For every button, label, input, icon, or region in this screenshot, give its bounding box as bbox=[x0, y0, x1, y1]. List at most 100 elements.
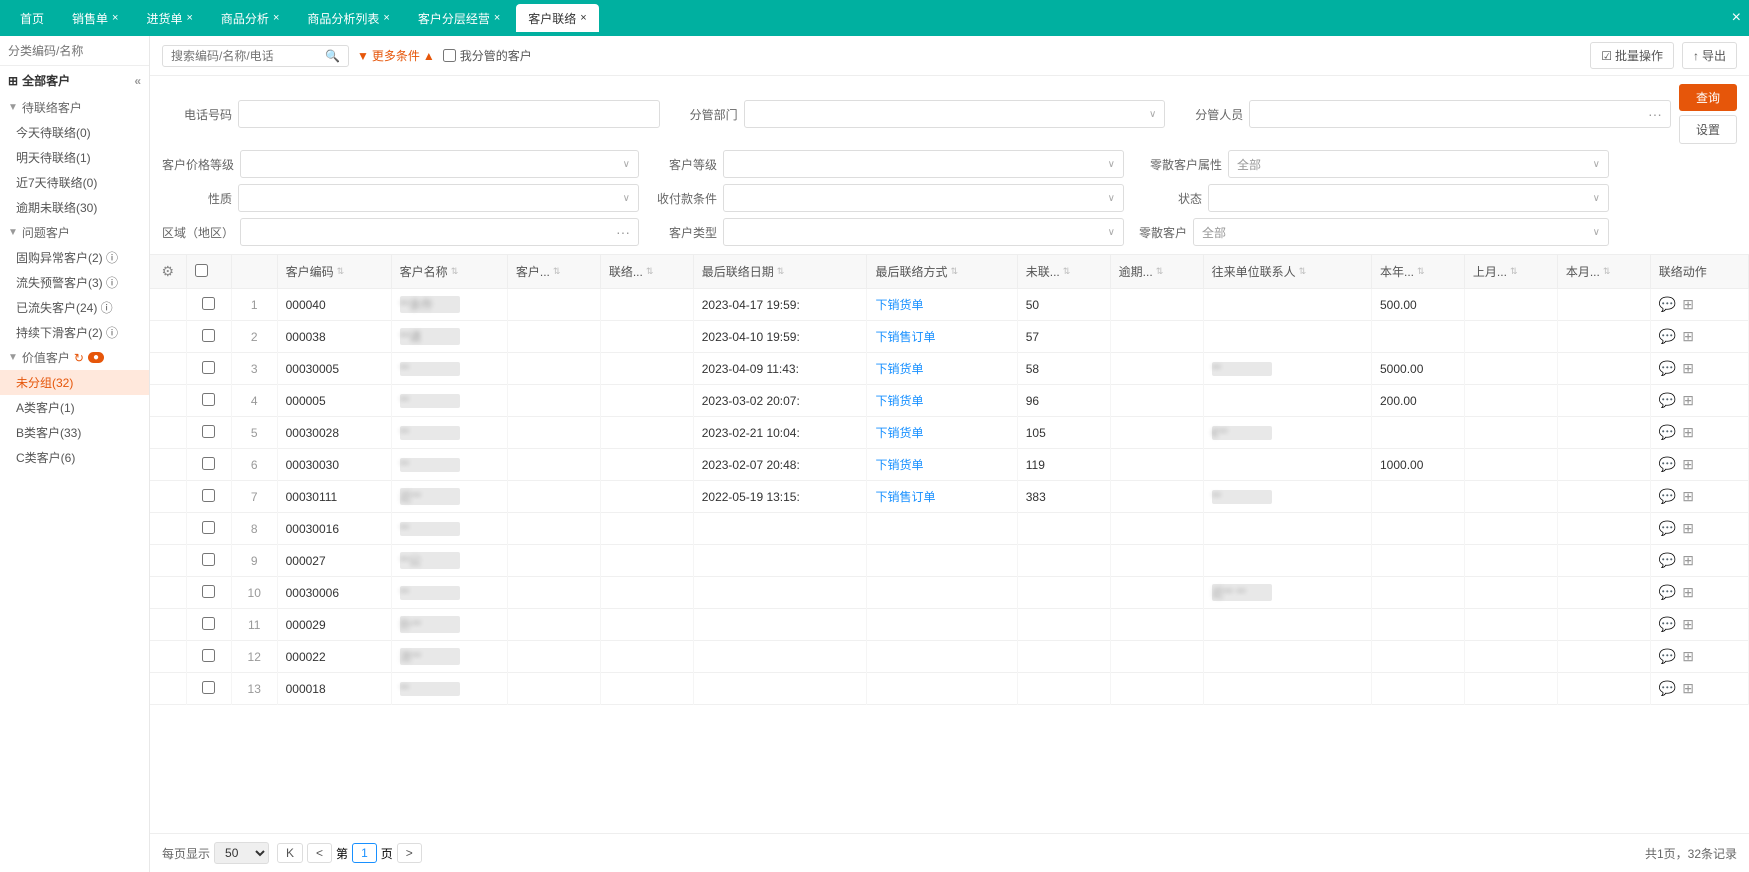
refresh-icon[interactable]: ↻ bbox=[74, 351, 84, 365]
checkbox-cell[interactable] bbox=[186, 481, 231, 513]
filter-retail-customer-dropdown[interactable]: 全部∨ bbox=[1193, 218, 1609, 246]
col-overdue[interactable]: 逾期...⇅ bbox=[1110, 255, 1203, 289]
col-this-month[interactable]: 本月...⇅ bbox=[1557, 255, 1650, 289]
checkbox-cell[interactable] bbox=[186, 609, 231, 641]
checkbox-cell[interactable] bbox=[186, 513, 231, 545]
tab-purchase[interactable]: 进货单 × bbox=[134, 4, 204, 32]
checkbox-cell[interactable] bbox=[186, 385, 231, 417]
filter-retail-attr-dropdown[interactable]: 全部∨ bbox=[1228, 150, 1609, 178]
tab-sales-close[interactable]: × bbox=[112, 12, 118, 24]
sort-icon-this-month[interactable]: ⇅ bbox=[1603, 266, 1611, 277]
row-checkbox[interactable] bbox=[202, 329, 215, 342]
reset-button[interactable]: 设置 bbox=[1679, 115, 1737, 144]
tab-purchase-close[interactable]: × bbox=[186, 12, 192, 24]
sort-icon-no-contact[interactable]: ⇅ bbox=[1063, 266, 1071, 277]
sidebar-item-ungroup[interactable]: 未分组(32) bbox=[0, 370, 149, 395]
col-intercompany[interactable]: 往来单位联系人⇅ bbox=[1203, 255, 1371, 289]
problem-group-header[interactable]: ▼ 问题客户 bbox=[0, 220, 149, 245]
sort-icon-intercompany[interactable]: ⇅ bbox=[1299, 266, 1307, 277]
col-contact[interactable]: 联络...⇅ bbox=[600, 255, 693, 289]
col-customer-code[interactable]: 客户编码⇅ bbox=[277, 255, 391, 289]
chat-icon[interactable]: 💬 bbox=[1659, 424, 1676, 441]
all-customers-header[interactable]: ⊞ 全部客户 « bbox=[0, 66, 149, 95]
page-size-select[interactable]: 50 20 100 bbox=[214, 842, 269, 864]
filter-status-dropdown[interactable]: ∨ bbox=[1208, 184, 1609, 212]
contact-method-link[interactable]: 下销货单 bbox=[875, 394, 923, 408]
checkbox-cell[interactable] bbox=[186, 673, 231, 705]
value-group-header[interactable]: ▼ 价值客户 ↻ ● bbox=[0, 345, 149, 370]
menu-icon[interactable]: ⊞ bbox=[1682, 552, 1694, 569]
sort-icon-date[interactable]: ⇅ bbox=[777, 266, 785, 277]
chat-icon[interactable]: 💬 bbox=[1659, 328, 1676, 345]
batch-operation-button[interactable]: ☑ 批量操作 bbox=[1590, 42, 1674, 69]
sidebar-item-7days[interactable]: 近7天待联络(0) bbox=[0, 170, 149, 195]
chat-icon[interactable]: 💬 bbox=[1659, 552, 1676, 569]
row-checkbox[interactable] bbox=[202, 425, 215, 438]
menu-icon[interactable]: ⊞ bbox=[1682, 296, 1694, 313]
row-checkbox[interactable] bbox=[202, 361, 215, 374]
filter-customer-level-dropdown[interactable]: ∨ bbox=[723, 150, 1124, 178]
region-ellipsis[interactable]: ··· bbox=[616, 224, 630, 240]
sidebar-collapse-icon[interactable]: « bbox=[134, 74, 141, 88]
chat-icon[interactable]: 💬 bbox=[1659, 456, 1676, 473]
sort-icon-type[interactable]: ⇅ bbox=[553, 266, 561, 277]
checkbox-cell[interactable] bbox=[186, 545, 231, 577]
sort-icon-year[interactable]: ⇅ bbox=[1417, 266, 1425, 277]
menu-icon[interactable]: ⊞ bbox=[1682, 456, 1694, 473]
filter-price-level-dropdown[interactable]: ∨ bbox=[240, 150, 639, 178]
col-checkbox[interactable] bbox=[186, 255, 231, 289]
checkbox-cell[interactable] bbox=[186, 321, 231, 353]
filter-region-dropdown[interactable]: ··· bbox=[240, 218, 639, 246]
menu-icon[interactable]: ⊞ bbox=[1682, 584, 1694, 601]
tab-product-analysis-list-close[interactable]: × bbox=[383, 12, 389, 24]
select-all-checkbox[interactable] bbox=[195, 264, 208, 277]
menu-icon[interactable]: ⊞ bbox=[1682, 360, 1694, 377]
pending-group-header[interactable]: ▼ 待联络客户 bbox=[0, 95, 149, 120]
filter-payment-dropdown[interactable]: ∨ bbox=[723, 184, 1124, 212]
contact-method-link[interactable]: 下销货单 bbox=[875, 362, 923, 376]
tab-product-analysis-close[interactable]: × bbox=[273, 12, 279, 24]
col-customer-name[interactable]: 客户名称⇅ bbox=[391, 255, 507, 289]
row-checkbox[interactable] bbox=[202, 553, 215, 566]
col-last-contact-date[interactable]: 最后联络日期⇅ bbox=[693, 255, 867, 289]
menu-icon[interactable]: ⊞ bbox=[1682, 424, 1694, 441]
search-icon[interactable]: 🔍 bbox=[325, 49, 340, 63]
more-conditions-button[interactable]: ▼ 更多条件 ▲ bbox=[357, 47, 435, 64]
filter-dept-dropdown[interactable]: ∨ bbox=[744, 100, 1166, 128]
filter-phone-input[interactable] bbox=[238, 100, 660, 128]
sidebar-item-class-a[interactable]: A类客户(1) bbox=[0, 395, 149, 420]
next-page-button[interactable]: > bbox=[397, 843, 422, 863]
menu-icon[interactable]: ⊞ bbox=[1682, 392, 1694, 409]
row-checkbox[interactable] bbox=[202, 393, 215, 406]
col-last-contact-method[interactable]: 最后联络方式⇅ bbox=[867, 255, 1017, 289]
my-customer-filter[interactable]: 我分管的客户 bbox=[443, 47, 532, 64]
tab-customer-contact-close[interactable]: × bbox=[580, 12, 586, 24]
sidebar-item-class-b[interactable]: B类客户(33) bbox=[0, 420, 149, 445]
chat-icon[interactable]: 💬 bbox=[1659, 488, 1676, 505]
chat-icon[interactable]: 💬 bbox=[1659, 680, 1676, 697]
contact-method-link[interactable]: 下销售订单 bbox=[875, 330, 935, 344]
sort-icon[interactable]: ⇅ bbox=[337, 266, 345, 277]
sidebar-item-overdue[interactable]: 逾期未联络(30) bbox=[0, 195, 149, 220]
sidebar-item-churned[interactable]: 已流失客户(24) ⓘ bbox=[0, 295, 149, 320]
sort-icon-method[interactable]: ⇅ bbox=[950, 266, 958, 277]
query-button[interactable]: 查询 bbox=[1679, 84, 1737, 111]
checkbox-cell[interactable] bbox=[186, 641, 231, 673]
row-checkbox[interactable] bbox=[202, 585, 215, 598]
sort-icon-contact[interactable]: ⇅ bbox=[646, 266, 654, 277]
chat-icon[interactable]: 💬 bbox=[1659, 296, 1676, 313]
menu-icon[interactable]: ⊞ bbox=[1682, 328, 1694, 345]
prev-page-button[interactable]: < bbox=[307, 843, 332, 863]
contact-method-link[interactable]: 下销货单 bbox=[875, 298, 923, 312]
row-checkbox[interactable] bbox=[202, 681, 215, 694]
chat-icon[interactable]: 💬 bbox=[1659, 616, 1676, 633]
menu-icon[interactable]: ⊞ bbox=[1682, 488, 1694, 505]
checkbox-cell[interactable] bbox=[186, 417, 231, 449]
first-page-button[interactable]: K bbox=[277, 843, 303, 863]
tab-home[interactable]: 首页 bbox=[8, 4, 56, 32]
col-customer-type[interactable]: 客户...⇅ bbox=[507, 255, 600, 289]
checkbox-cell[interactable] bbox=[186, 353, 231, 385]
my-customer-checkbox[interactable] bbox=[443, 49, 456, 62]
filter-customer-type-dropdown[interactable]: ∨ bbox=[723, 218, 1124, 246]
tab-customer-contact[interactable]: 客户联络 × bbox=[516, 4, 598, 32]
